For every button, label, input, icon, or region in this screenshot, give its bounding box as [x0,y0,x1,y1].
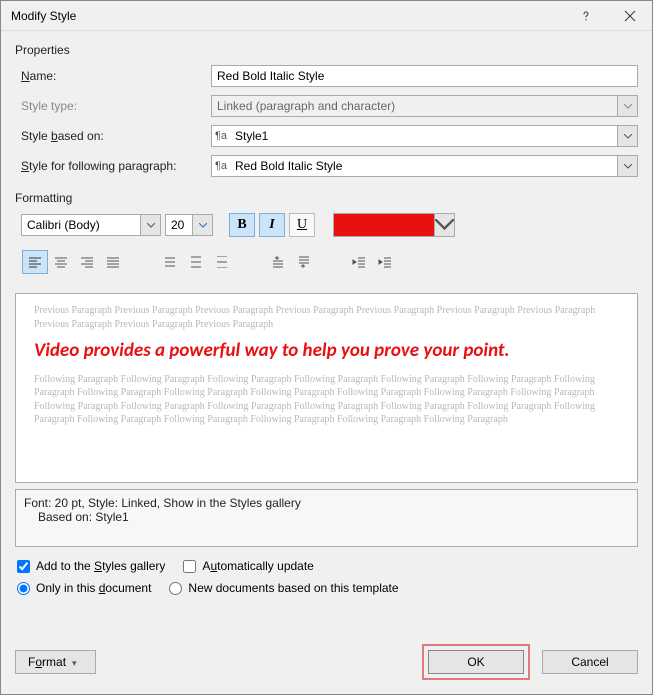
following-combo[interactable]: ¶a Red Bold Italic Style [211,155,638,177]
font-size-combo[interactable]: 20 [165,214,213,236]
style-description: Font: 20 pt, Style: Linked, Show in the … [15,489,638,547]
name-label: Name: [15,69,205,83]
chevron-down-icon[interactable] [434,214,454,236]
format-menu-button[interactable]: Format [15,650,96,674]
properties-grid: Name: Style type: Linked (paragraph and … [15,65,638,177]
following-paragraph-text: Following Paragraph Following Paragraph … [34,373,619,427]
paragraph-toolbar [15,245,638,279]
space-after-button[interactable] [290,250,316,274]
based-on-label: Style based on: [15,129,205,143]
color-swatch [334,214,434,236]
dialog-content: Properties Name: Style type: Linked (par… [1,31,652,634]
font-row: Calibri (Body) 20 B I U [15,213,638,237]
ok-highlight: OK [422,644,530,680]
formatting-section: Calibri (Body) 20 B I U [15,213,638,279]
cancel-button[interactable]: Cancel [542,650,638,674]
chevron-down-icon [617,96,637,116]
align-left-button[interactable] [22,250,48,274]
chevron-down-icon[interactable] [140,215,160,235]
align-center-button[interactable] [48,250,74,274]
only-this-document-radio[interactable]: Only in this document [17,581,151,595]
following-label: Style for following paragraph: [15,159,205,173]
description-line2: Based on: Style1 [24,510,629,524]
preview-pane: Previous Paragraph Previous Paragraph Pr… [15,293,638,483]
italic-button[interactable]: I [259,213,285,237]
paragraph-icon: ¶a [212,160,230,172]
ok-button[interactable]: OK [428,650,524,674]
auto-update-checkbox[interactable]: Automatically update [183,559,313,573]
close-button[interactable] [608,1,652,31]
increase-indent-button[interactable] [372,250,398,274]
chevron-down-icon[interactable] [192,215,212,235]
decrease-indent-button[interactable] [346,250,372,274]
style-type-combo: Linked (paragraph and character) [211,95,638,117]
add-to-gallery-checkbox[interactable]: Add to the Styles gallery [17,559,165,573]
line-spacing-1-button[interactable] [156,250,182,274]
dialog-footer: Format OK Cancel [1,634,652,694]
chevron-down-icon[interactable] [617,126,637,146]
new-documents-radio[interactable]: New documents based on this template [169,581,398,595]
sample-text: Video provides a powerful way to help yo… [34,339,619,363]
prev-paragraph-text: Previous Paragraph Previous Paragraph Pr… [34,304,619,331]
space-before-button[interactable] [264,250,290,274]
font-color-picker[interactable] [333,213,455,237]
based-on-combo[interactable]: ¶a Style1 [211,125,638,147]
description-line1: Font: 20 pt, Style: Linked, Show in the … [24,496,629,510]
modify-style-dialog: Modify Style Properties Name: Style type… [0,0,653,695]
paragraph-icon: ¶a [212,130,230,142]
name-input[interactable] [211,65,638,87]
line-spacing-2-button[interactable] [208,250,234,274]
style-type-label: Style type: [15,99,205,113]
bold-button[interactable]: B [229,213,255,237]
options-area: Add to the Styles gallery Automatically … [15,559,638,595]
dialog-title: Modify Style [11,9,564,23]
line-spacing-15-button[interactable] [182,250,208,274]
align-right-button[interactable] [74,250,100,274]
properties-label: Properties [15,43,638,57]
font-name-combo[interactable]: Calibri (Body) [21,214,161,236]
chevron-down-icon[interactable] [617,156,637,176]
titlebar: Modify Style [1,1,652,31]
underline-button[interactable]: U [289,213,315,237]
align-justify-button[interactable] [100,250,126,274]
formatting-label: Formatting [15,191,638,205]
help-button[interactable] [564,1,608,31]
